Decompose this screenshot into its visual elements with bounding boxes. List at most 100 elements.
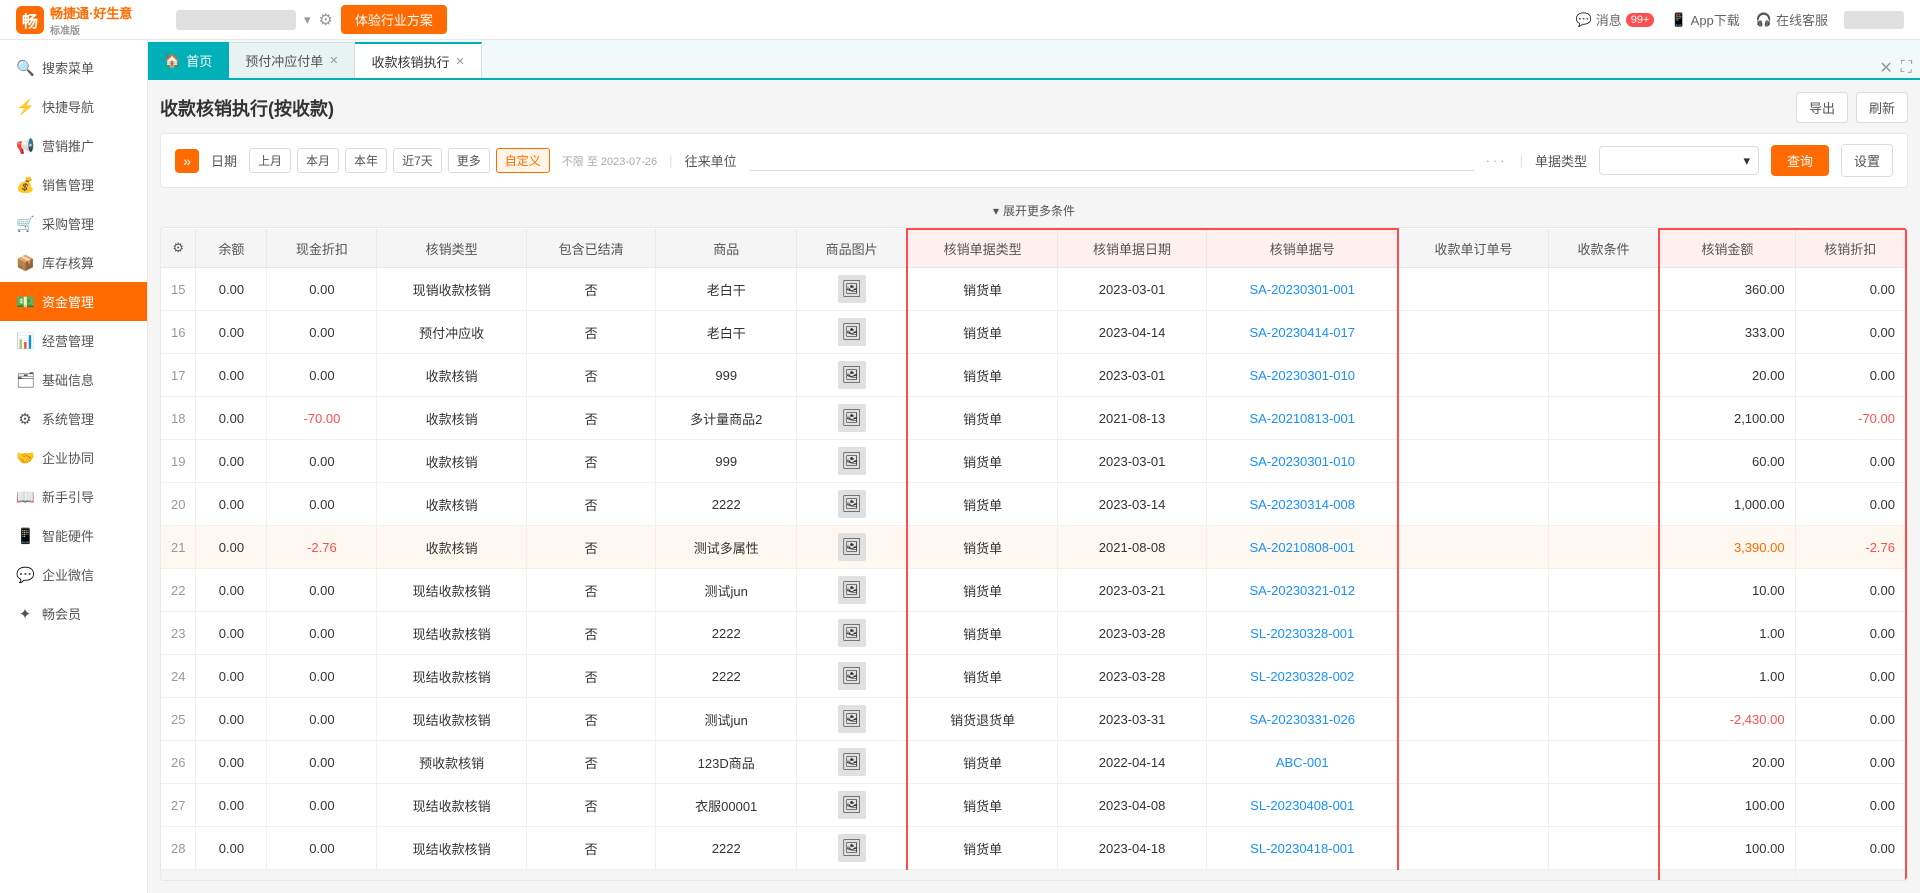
sidebar-item-purchase[interactable]: 🛒 采购管理 <box>0 204 147 243</box>
app-download[interactable]: 📱 App下载 <box>1670 10 1739 29</box>
sidebar-item-wechat[interactable]: 💬 企业微信 <box>0 555 147 594</box>
cell-include-settled: 否 <box>526 612 656 655</box>
chevron-down-icon: ▾ <box>1743 153 1750 169</box>
sidebar-item-inventory[interactable]: 📦 库存核算 <box>0 243 147 282</box>
cancel-number-link[interactable]: SA-20210808-001 <box>1249 540 1355 555</box>
refresh-button[interactable]: 刷新 <box>1856 92 1908 123</box>
tab-expand-icon[interactable]: ⛶ <box>1901 59 1912 77</box>
filter-more-icon[interactable]: ··· <box>1486 153 1508 168</box>
sidebar-item-quick[interactable]: ⚡ 快捷导航 <box>0 87 147 126</box>
date-curr-year[interactable]: 本年 <box>345 148 387 173</box>
message-item[interactable]: 💬 消息 99+ <box>1576 10 1655 29</box>
sidebar-item-member[interactable]: ✦ 畅会员 <box>0 594 147 633</box>
filter-expand-button[interactable]: » <box>175 149 199 173</box>
cell-num: 28 <box>161 827 196 870</box>
date-more[interactable]: 更多 <box>448 148 490 173</box>
cell-receipt-condition <box>1548 354 1659 397</box>
cell-cancel-date: 2023-03-31 <box>1057 698 1206 741</box>
cell-cancel-number: SA-20230314-008 <box>1207 483 1399 526</box>
cancel-number-link[interactable]: SA-20230301-001 <box>1249 282 1355 297</box>
cancel-number-link[interactable]: ABC-001 <box>1276 755 1329 770</box>
sidebar-item-collab[interactable]: 🤝 企业协同 <box>0 438 147 477</box>
cell-cash-discount: 0.00 <box>267 655 377 698</box>
sidebar-item-hardware[interactable]: 📱 智能硬件 <box>0 516 147 555</box>
cell-cash-discount: -70.00 <box>267 397 377 440</box>
cell-goods: 老白干 <box>656 268 797 311</box>
date-custom[interactable]: 自定义 <box>496 148 550 173</box>
cancel-number-link[interactable]: SA-20230414-017 <box>1249 325 1355 340</box>
cell-cancel-amount: 100.00 <box>1659 784 1795 827</box>
expand-more-bar[interactable]: ▾ 展开更多条件 <box>160 198 1908 223</box>
cell-cancel-date: 2023-04-08 <box>1057 784 1206 827</box>
table-row: 20 0.00 0.00 收款核销 否 2222 🖼 销货单 2023-03-1… <box>161 483 1906 526</box>
tab-prepay[interactable]: 预付冲应付单 ✕ <box>229 42 355 78</box>
date-buttons: 上月 本月 本年 近7天 更多 自定义 <box>249 148 550 173</box>
cancel-number-link[interactable]: SA-20230321-012 <box>1249 583 1355 598</box>
cell-cancel-discount: 0.00 <box>1795 741 1906 784</box>
cell-goods: 衣服00001 <box>656 784 797 827</box>
tab-close-all-icon[interactable]: ✕ <box>1879 58 1892 78</box>
sidebar-item-finance[interactable]: 💵 资金管理 <box>0 282 147 321</box>
cell-cancel-type: 现结收款核销 <box>377 655 526 698</box>
table-row: 17 0.00 0.00 收款核销 否 999 🖼 销货单 2023-03-01… <box>161 354 1906 397</box>
cancel-number-link[interactable]: SA-20230301-010 <box>1249 454 1355 469</box>
cancel-number-link[interactable]: SL-20230328-002 <box>1250 669 1354 684</box>
settings-button[interactable]: 设置 <box>1841 144 1893 177</box>
cell-cancel-date: 2022-04-14 <box>1057 741 1206 784</box>
solution-button[interactable]: 体验行业方案 <box>341 5 447 34</box>
sidebar-item-search[interactable]: 🔍 搜索菜单 <box>0 48 147 87</box>
cell-goods: 999 <box>656 354 797 397</box>
date-7days[interactable]: 近7天 <box>393 148 442 173</box>
tab-receipt-close[interactable]: ✕ <box>455 55 464 68</box>
cell-cancel-amount: 333.00 <box>1659 311 1795 354</box>
cell-goods: 2222 <box>656 655 797 698</box>
partner-input[interactable] <box>749 151 1474 171</box>
query-button[interactable]: 查询 <box>1771 145 1829 176</box>
cell-balance: 0.00 <box>196 397 267 440</box>
cancel-number-link[interactable]: SL-20230328-001 <box>1250 626 1354 641</box>
cancel-number-link[interactable]: SA-20230331-026 <box>1249 712 1355 727</box>
cell-receipt-order <box>1398 827 1548 870</box>
sidebar-item-sales[interactable]: 💰 销售管理 <box>0 165 147 204</box>
tab-home[interactable]: 🏠 首页 <box>148 42 229 78</box>
cell-balance: 0.00 <box>196 612 267 655</box>
sidebar-item-operations[interactable]: 📊 经营管理 <box>0 321 147 360</box>
cancel-number-link[interactable]: SA-20230314-008 <box>1249 497 1355 512</box>
cancel-number-link[interactable]: SA-20210813-001 <box>1249 411 1355 426</box>
sidebar-item-system[interactable]: ⚙ 系统管理 <box>0 399 147 438</box>
sidebar-item-marketing[interactable]: 📢 营销推广 <box>0 126 147 165</box>
date-curr-month[interactable]: 本月 <box>297 148 339 173</box>
single-type-select[interactable]: ▾ <box>1599 146 1759 175</box>
th-cancel-bill-type: 核销单据类型 <box>907 229 1057 268</box>
cell-receipt-order <box>1398 354 1548 397</box>
sidebar-item-guide[interactable]: 📖 新手引导 <box>0 477 147 516</box>
cell-cancel-type: 收款核销 <box>377 483 526 526</box>
tab-receipt[interactable]: 收款核销执行 ✕ <box>355 42 481 78</box>
cell-cancel-discount: 0.00 <box>1795 311 1906 354</box>
cancel-number-link[interactable]: SA-20230301-010 <box>1249 368 1355 383</box>
cell-cancel-date: 2021-08-13 <box>1057 397 1206 440</box>
cancel-number-link[interactable]: SL-20230418-001 <box>1250 841 1354 856</box>
cell-cancel-discount: 0.00 <box>1795 268 1906 311</box>
dropdown-icon[interactable]: ▾ <box>304 12 311 28</box>
export-button[interactable]: 导出 <box>1796 92 1848 123</box>
sidebar-label-member: 畅会员 <box>42 604 81 623</box>
cell-num: 27 <box>161 784 196 827</box>
cell-cancel-bill-type: 销货单 <box>907 784 1057 827</box>
single-type-input[interactable] <box>1608 151 1739 170</box>
date-prev-month[interactable]: 上月 <box>249 148 291 173</box>
online-service[interactable]: 🎧 在线客服 <box>1756 10 1828 29</box>
settings-icon[interactable]: ⚙ <box>319 10 333 30</box>
purchase-icon: 🛒 <box>16 215 34 233</box>
cancel-number-link[interactable]: SL-20230408-001 <box>1250 798 1354 813</box>
tab-prepay-close[interactable]: ✕ <box>329 54 338 67</box>
cell-receipt-condition <box>1548 698 1659 741</box>
main-content: 🏠 首页 预付冲应付单 ✕ 收款核销执行 ✕ ✕ ⛶ 收款核销执行(按收款) <box>148 40 1920 893</box>
cell-cancel-date: 2023-03-28 <box>1057 612 1206 655</box>
th-settings[interactable]: ⚙ <box>161 229 196 268</box>
finance-icon: 💵 <box>16 293 34 311</box>
table-header-row: ⚙ 余额 现金折扣 核销类型 包含已结清 商品 商品图片 核销单据类型 核销单据… <box>161 229 1906 268</box>
cell-cancel-type: 收款核销 <box>377 526 526 569</box>
tab-bar: 🏠 首页 预付冲应付单 ✕ 收款核销执行 ✕ ✕ ⛶ <box>148 40 1920 80</box>
sidebar-item-basic[interactable]: 🗂 基础信息 <box>0 360 147 399</box>
